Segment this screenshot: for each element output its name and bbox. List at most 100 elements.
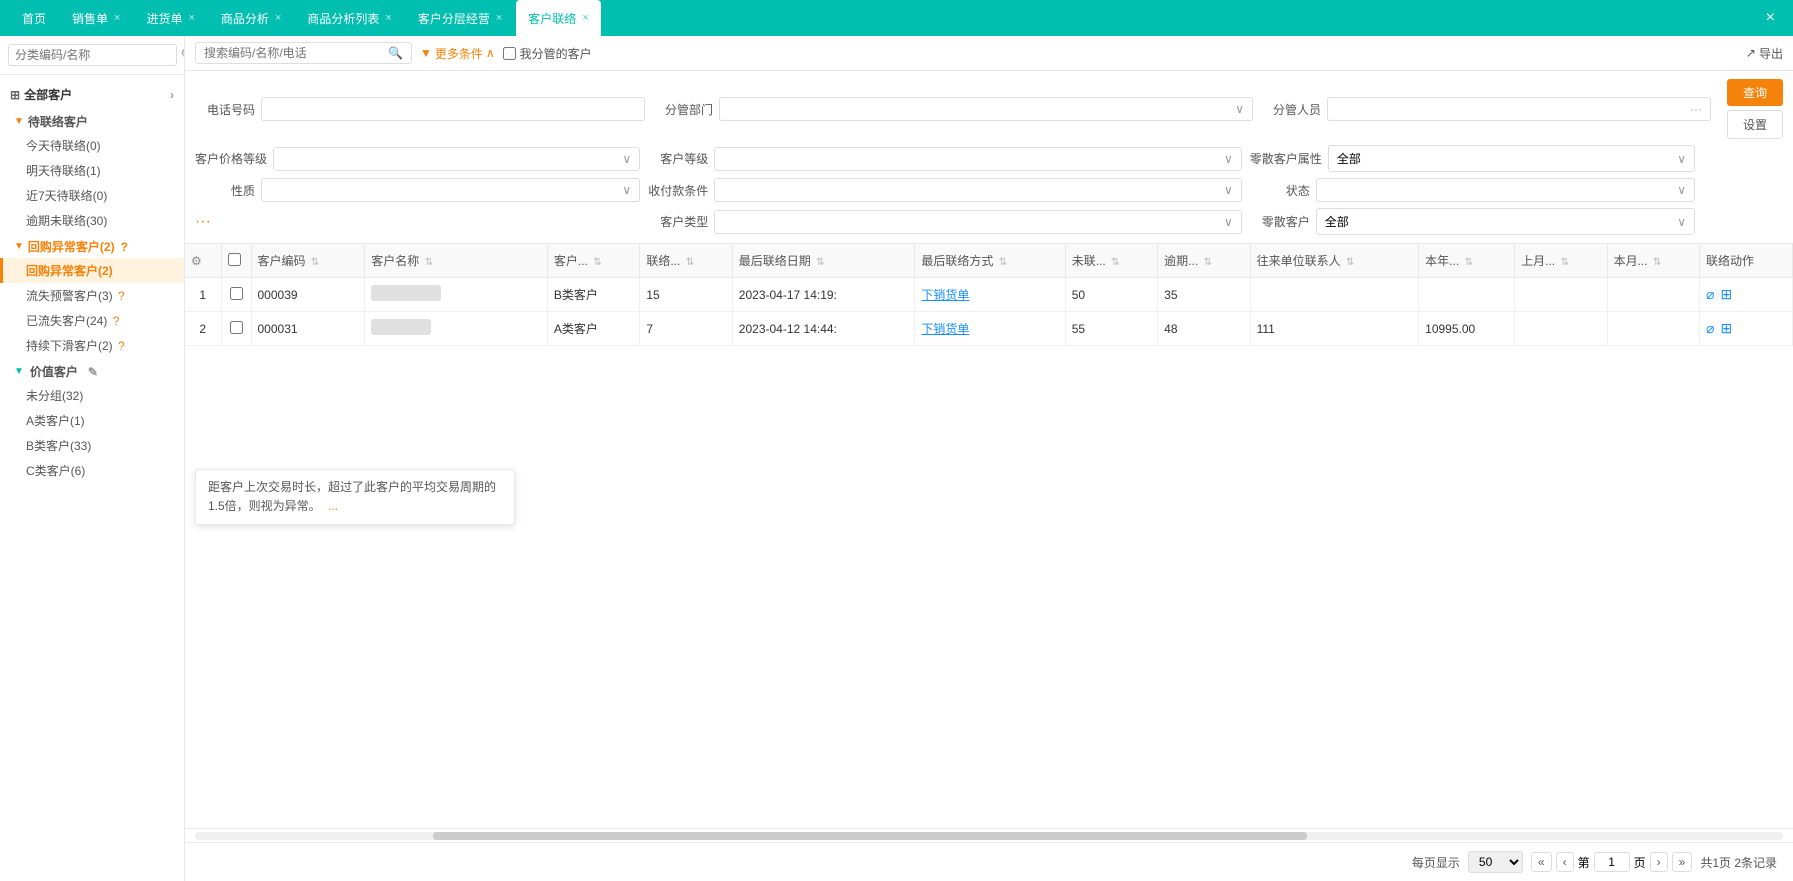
link-last-type-1[interactable]: 下销货单	[921, 288, 969, 302]
nav-product-analysis-list[interactable]: 商品分析列表 ×	[295, 0, 403, 36]
sidebar-item-declining[interactable]: 持续下滑客户(2) ?	[0, 333, 184, 358]
select-scatter-customer[interactable]: 全部 ∨	[1316, 208, 1695, 235]
sidebar-all-customers[interactable]: ⊞ 全部客户 ›	[0, 81, 184, 108]
page-input[interactable]	[1594, 852, 1630, 872]
prev-page-btn[interactable]: ‹	[1556, 852, 1574, 872]
collapse-icon[interactable]: ›	[170, 88, 174, 102]
row-no-contact-1: 50	[1065, 278, 1157, 312]
input-person[interactable]: ···	[1327, 97, 1711, 121]
row-check-2[interactable]	[221, 312, 251, 346]
sidebar-item-class-b[interactable]: B类客户(33)	[0, 433, 184, 458]
nav-product-analysis[interactable]: 商品分析 ×	[209, 0, 293, 36]
action-link-icon-2[interactable]: ⌀	[1706, 320, 1714, 337]
sort-icon-11[interactable]: ⇅	[1560, 257, 1568, 268]
next-page-btn[interactable]: ›	[1650, 852, 1668, 872]
dots-icon: ···	[1690, 102, 1702, 116]
row-last-type-1[interactable]: 下销货单	[915, 278, 1065, 312]
select-dept[interactable]: ∨	[719, 97, 1253, 121]
sidebar-item-tomorrow-pending[interactable]: 明天待联络(1)	[0, 158, 184, 183]
nav-purchase-close[interactable]: ×	[188, 12, 194, 24]
nav-product-analysis-list-close[interactable]: ×	[385, 12, 391, 24]
row-checkbox-2[interactable]	[230, 321, 243, 334]
search-box: 🔍	[195, 42, 412, 64]
sort-icon-4[interactable]: ⇅	[686, 257, 694, 268]
row-actions-2: ⌀ ⊞	[1700, 312, 1793, 346]
sidebar-item-today-pending[interactable]: 今天待联络(0)	[0, 133, 184, 158]
nav-customer-contact[interactable]: 客户联络 ×	[516, 0, 600, 36]
window-close-button[interactable]: ×	[1758, 9, 1783, 27]
nav-customer-contact-close[interactable]: ×	[582, 12, 588, 24]
settings-button[interactable]: 设置	[1727, 110, 1783, 139]
tooltip-more-link[interactable]: ...	[328, 499, 338, 513]
sidebar-section-abnormal[interactable]: ▼ 回购异常客户(2) ?	[0, 233, 184, 258]
sort-icon-7[interactable]: ⇅	[1111, 257, 1119, 268]
main-search-input[interactable]	[204, 46, 384, 60]
select-payment[interactable]: ∨	[714, 178, 1242, 202]
horizontal-scrollbar[interactable]	[185, 828, 1793, 842]
sidebar-section-pending[interactable]: ▼ 待联络客户	[0, 108, 184, 133]
nav-purchase[interactable]: 进货单 ×	[134, 0, 206, 36]
more-dots-icon[interactable]: ···	[195, 213, 211, 231]
sort-icon-6[interactable]: ⇅	[999, 257, 1007, 268]
action-link-icon-1[interactable]: ⌀	[1706, 286, 1714, 303]
select-nature[interactable]: ∨	[261, 178, 640, 202]
row-check-1[interactable]	[221, 278, 251, 312]
sort-icon-2[interactable]: ⇅	[425, 257, 433, 268]
nav-customer-tier[interactable]: 客户分层经营 ×	[406, 0, 514, 36]
per-page-select[interactable]: 50 100 200	[1468, 851, 1523, 873]
nav-product-analysis-close[interactable]: ×	[275, 12, 281, 24]
col-check-all[interactable]	[221, 244, 251, 278]
sidebar-item-class-c[interactable]: C类客户(6)	[0, 458, 184, 483]
filter-col-scatter-customer: 零散客户 全部 ∨	[1250, 208, 1695, 235]
select-customer-level[interactable]: ∨	[714, 147, 1242, 171]
gear-icon[interactable]: ⚙	[191, 254, 202, 268]
scroll-track[interactable]	[195, 832, 1783, 840]
sidebar-item-unclassified[interactable]: 未分组(32)	[0, 383, 184, 408]
sidebar-tree: ⊞ 全部客户 › ▼ 待联络客户 今天待联络(0) 明天待联络(1) 近7天待联…	[0, 75, 184, 881]
export-btn[interactable]: ↗ 导出	[1746, 45, 1783, 62]
sidebar-item-class-a[interactable]: A类客户(1)	[0, 408, 184, 433]
more-conditions-btn[interactable]: ▼ 更多条件 ∧	[420, 45, 495, 62]
check-all-checkbox[interactable]	[228, 253, 241, 266]
tooltip-popup: 距客户上次交易时长，超过了此客户的平均交易周期的1.5倍，则视为异常。 ...	[195, 469, 515, 525]
sort-icon-9[interactable]: ⇅	[1346, 257, 1354, 268]
nav-customer-tier-close[interactable]: ×	[496, 12, 502, 24]
last-page-btn[interactable]: »	[1672, 852, 1693, 872]
row-checkbox-1[interactable]	[230, 287, 243, 300]
query-button[interactable]: 查询	[1727, 79, 1783, 106]
main-search-icon[interactable]: 🔍	[388, 46, 403, 60]
select-scatter-attr[interactable]: 全部 ∨	[1328, 145, 1695, 172]
select-status[interactable]: ∨	[1316, 178, 1695, 202]
col-setting[interactable]: ⚙	[185, 244, 221, 278]
nav-sales-close[interactable]: ×	[114, 12, 120, 24]
select-price-level[interactable]: ∨	[273, 147, 640, 171]
nav-sales[interactable]: 销售单 ×	[60, 0, 132, 36]
sidebar-item-loss-warning[interactable]: 流失预警客户(3) ?	[0, 283, 184, 308]
sidebar-section-value[interactable]: ▼ 价值客户 ✎	[0, 358, 184, 383]
action-more-icon-1[interactable]: ⊞	[1720, 286, 1732, 303]
sidebar-item-abnormal-repurchase[interactable]: 回购异常客户(2)	[0, 258, 184, 283]
action-more-icon-2[interactable]: ⊞	[1720, 320, 1732, 337]
sidebar-item-lost[interactable]: 已流失客户(24) ?	[0, 308, 184, 333]
row-contact-count-2: 7	[640, 312, 732, 346]
sort-icon[interactable]: ⇅	[311, 257, 319, 268]
sidebar-item-overdue-pending[interactable]: 逾期未联络(30)	[0, 208, 184, 233]
input-phone[interactable]	[261, 97, 645, 121]
link-last-type-2[interactable]: 下销货单	[921, 322, 969, 336]
my-customers-checkbox[interactable]	[503, 47, 516, 60]
first-page-btn[interactable]: «	[1531, 852, 1552, 872]
sort-icon-3[interactable]: ⇅	[593, 257, 601, 268]
sort-icon-8[interactable]: ⇅	[1204, 257, 1212, 268]
sidebar-item-7day-pending[interactable]: 近7天待联络(0)	[0, 183, 184, 208]
col-header-name: 客户名称 ⇅	[365, 244, 548, 278]
sort-icon-10[interactable]: ⇅	[1465, 257, 1473, 268]
nav-home[interactable]: 首页	[10, 0, 58, 36]
scroll-thumb[interactable]	[433, 832, 1306, 840]
select-customer-type[interactable]: ∨	[714, 210, 1242, 234]
sort-icon-12[interactable]: ⇅	[1653, 257, 1661, 268]
sidebar-search-input[interactable]	[8, 44, 177, 66]
row-last-type-2[interactable]: 下销货单	[915, 312, 1065, 346]
edit-icon[interactable]: ✎	[88, 365, 98, 379]
my-customers-check[interactable]: 我分管的客户	[503, 45, 592, 62]
sort-icon-5[interactable]: ⇅	[816, 257, 824, 268]
